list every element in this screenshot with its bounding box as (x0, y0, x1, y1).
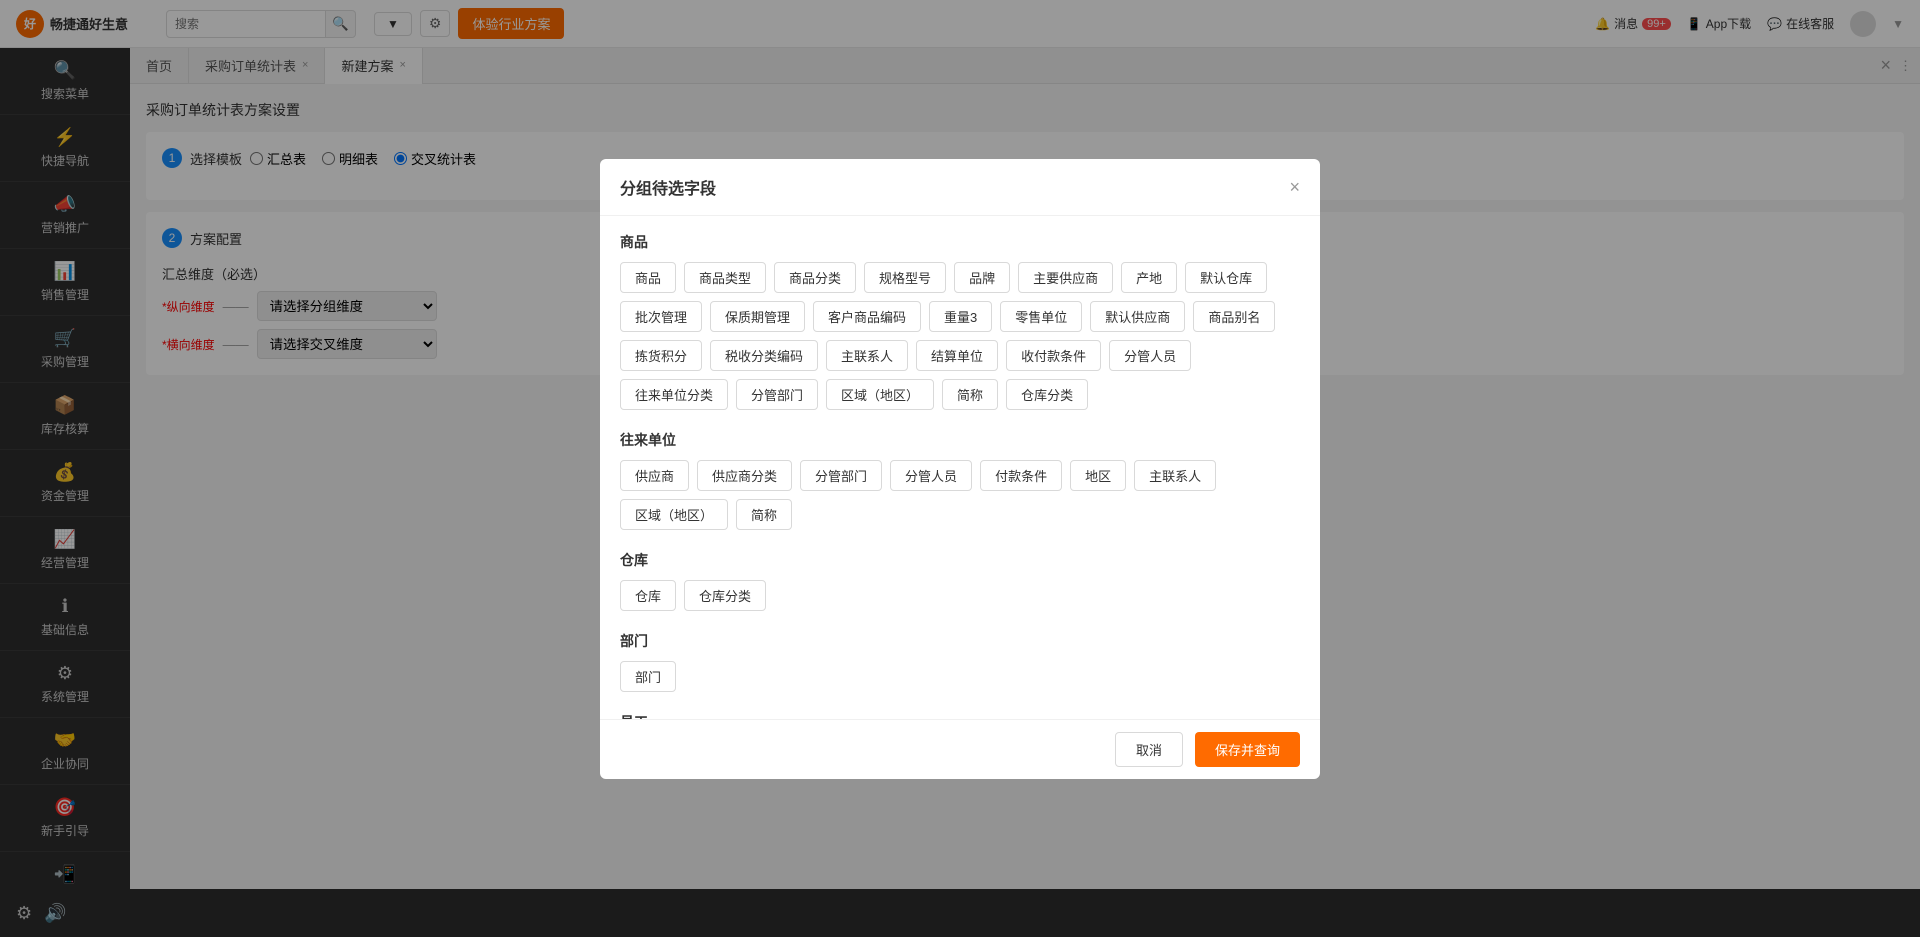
chip-department[interactable]: 部门 (620, 661, 676, 692)
field-group-warehouse-title: 仓库 (620, 550, 1300, 570)
chip-payment-terms[interactable]: 收付款条件 (1006, 340, 1101, 371)
field-group-department: 部门 部门 (620, 631, 1300, 692)
chip-quality-manage[interactable]: 保质期管理 (710, 301, 805, 332)
chip-spec-model[interactable]: 规格型号 (864, 262, 946, 293)
field-group-product: 商品 商品 商品类型 商品分类 规格型号 品牌 主要供应商 产地 默认仓库 批次… (620, 232, 1300, 410)
chip-pick-score[interactable]: 拣货积分 (620, 340, 702, 371)
chip-product[interactable]: 商品 (620, 262, 676, 293)
modal-overlay: 分组待选字段 × 商品 商品 商品类型 商品分类 规格型号 品牌 主要供应商 产… (0, 0, 1920, 937)
chip-supplier[interactable]: 供应商 (620, 460, 689, 491)
chip-batch-manage[interactable]: 批次管理 (620, 301, 702, 332)
field-group-employee-title: 员工 (620, 712, 1300, 719)
chip-default-supplier[interactable]: 默认供应商 (1090, 301, 1185, 332)
confirm-button[interactable]: 保存并查询 (1195, 732, 1300, 767)
field-group-partner: 往来单位 供应商 供应商分类 分管部门 分管人员 付款条件 地区 主联系人 区域… (620, 430, 1300, 530)
modal-body: 商品 商品 商品类型 商品分类 规格型号 品牌 主要供应商 产地 默认仓库 批次… (600, 216, 1320, 719)
chip-contact-partner[interactable]: 主联系人 (1134, 460, 1216, 491)
chip-region[interactable]: 区域（地区） (826, 379, 934, 410)
chip-area[interactable]: 地区 (1070, 460, 1126, 491)
warehouse-chips: 仓库 仓库分类 (620, 580, 1300, 611)
modal-close-button[interactable]: × (1289, 178, 1300, 196)
chip-supplier-category[interactable]: 供应商分类 (697, 460, 792, 491)
chip-warehouse-category[interactable]: 仓库分类 (1006, 379, 1088, 410)
chip-warehouse[interactable]: 仓库 (620, 580, 676, 611)
chip-warehouse-type[interactable]: 仓库分类 (684, 580, 766, 611)
modal-title: 分组待选字段 (620, 175, 716, 199)
chip-supervisor[interactable]: 分管人员 (1109, 340, 1191, 371)
chip-dept[interactable]: 分管部门 (736, 379, 818, 410)
chip-default-warehouse[interactable]: 默认仓库 (1185, 262, 1267, 293)
chip-retail-unit[interactable]: 零售单位 (1000, 301, 1082, 332)
chip-product-type[interactable]: 商品类型 (684, 262, 766, 293)
chip-payment-cond[interactable]: 付款条件 (980, 460, 1062, 491)
chip-supervisor-partner[interactable]: 分管人员 (890, 460, 972, 491)
chip-main-contact[interactable]: 主联系人 (826, 340, 908, 371)
cancel-button[interactable]: 取消 (1115, 732, 1183, 767)
chip-partner-category[interactable]: 往来单位分类 (620, 379, 728, 410)
chip-short-name[interactable]: 简称 (942, 379, 998, 410)
chip-product-category[interactable]: 商品分类 (774, 262, 856, 293)
field-group-product-title: 商品 (620, 232, 1300, 252)
department-chips: 部门 (620, 661, 1300, 692)
field-group-warehouse: 仓库 仓库 仓库分类 (620, 550, 1300, 611)
chip-brand[interactable]: 品牌 (954, 262, 1010, 293)
modal-header: 分组待选字段 × (600, 159, 1320, 216)
chip-origin[interactable]: 产地 (1121, 262, 1177, 293)
chip-region-partner[interactable]: 区域（地区） (620, 499, 728, 530)
chip-main-supplier[interactable]: 主要供应商 (1018, 262, 1113, 293)
field-group-department-title: 部门 (620, 631, 1300, 651)
chip-dept-partner[interactable]: 分管部门 (800, 460, 882, 491)
modal: 分组待选字段 × 商品 商品 商品类型 商品分类 规格型号 品牌 主要供应商 产… (600, 159, 1320, 779)
chip-customer-code[interactable]: 客户商品编码 (813, 301, 921, 332)
chip-tax-code[interactable]: 税收分类编码 (710, 340, 818, 371)
chip-weight[interactable]: 重量3 (929, 301, 992, 332)
partner-chips: 供应商 供应商分类 分管部门 分管人员 付款条件 地区 主联系人 区域（地区） … (620, 460, 1300, 530)
product-chips: 商品 商品类型 商品分类 规格型号 品牌 主要供应商 产地 默认仓库 批次管理 … (620, 262, 1300, 410)
chip-settlement-unit[interactable]: 结算单位 (916, 340, 998, 371)
field-group-partner-title: 往来单位 (620, 430, 1300, 450)
field-group-employee: 员工 业务员 (620, 712, 1300, 719)
chip-short-partner[interactable]: 简称 (736, 499, 792, 530)
modal-footer: 取消 保存并查询 (600, 719, 1320, 779)
chip-product-alias[interactable]: 商品别名 (1193, 301, 1275, 332)
